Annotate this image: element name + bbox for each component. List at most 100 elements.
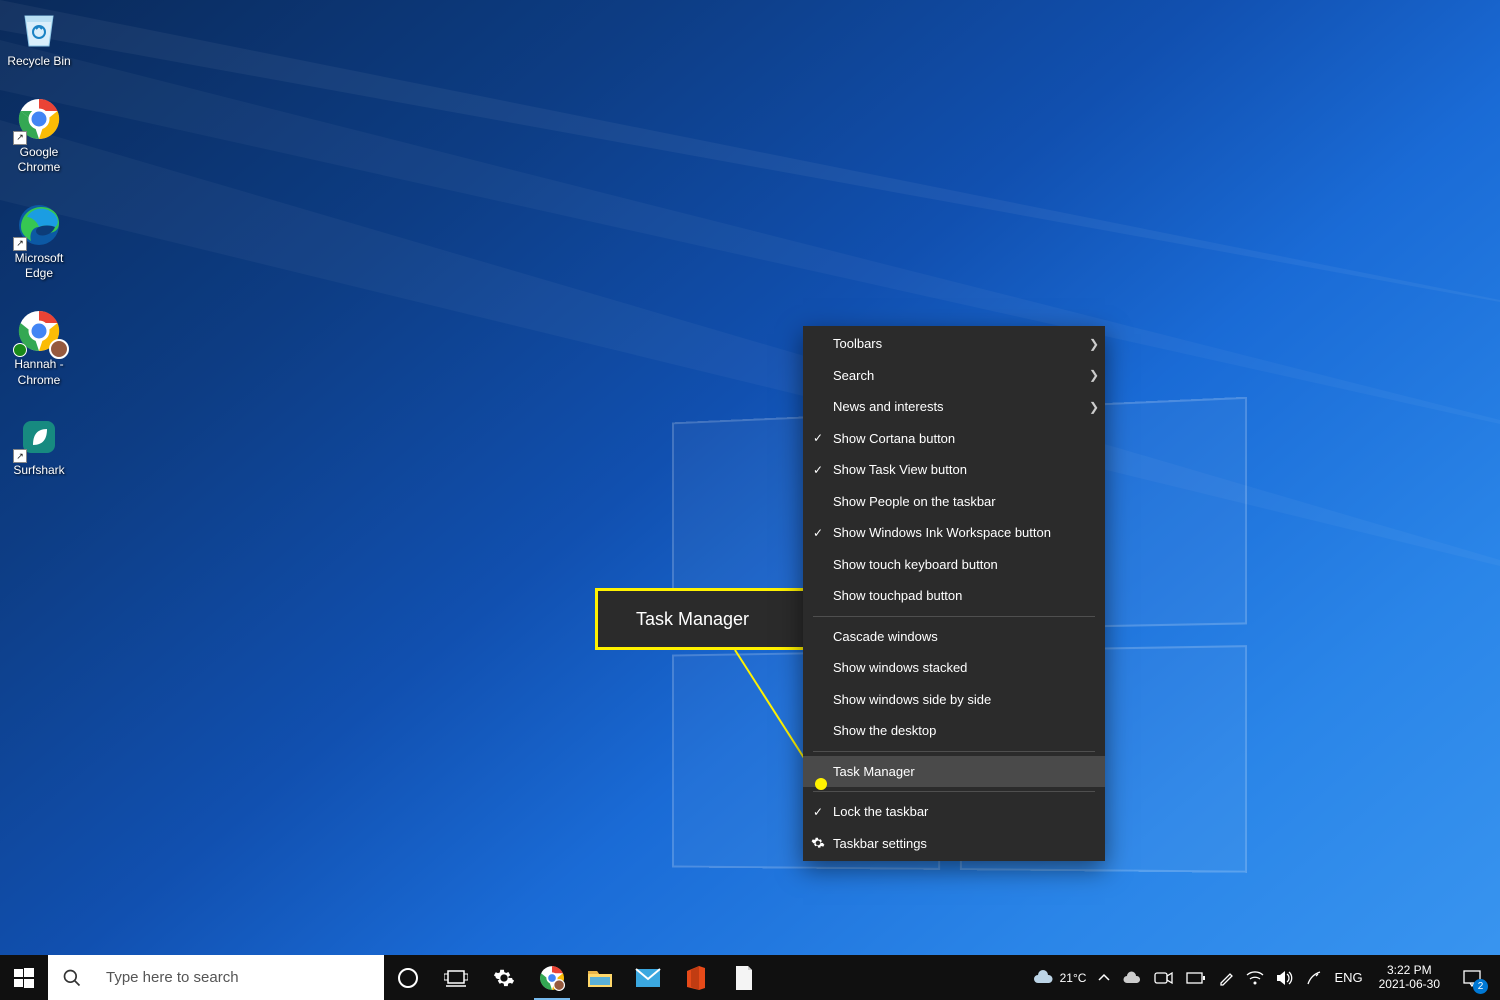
tray-onedrive[interactable] (1116, 955, 1148, 1000)
chevron-up-icon (1098, 972, 1110, 984)
desktop-icons: Recycle Bin ↗ Google Chrome (2, 4, 76, 479)
tray-network[interactable] (1240, 955, 1270, 1000)
chrome-icon: ↗ (15, 95, 63, 143)
folder-icon (587, 967, 613, 989)
windows-icon (14, 968, 34, 988)
chrome-profile-icon (539, 965, 565, 991)
onedrive-icon (1122, 971, 1142, 985)
tray-volume[interactable] (1270, 955, 1300, 1000)
mail-icon (635, 968, 661, 988)
chrome-profile-icon (15, 307, 63, 355)
menu-item-show-ink[interactable]: Show Windows Ink Workspace button (803, 517, 1105, 549)
menu-item-news-interests[interactable]: News and interests❯ (803, 391, 1105, 423)
menu-item-show-people[interactable]: Show People on the taskbar (803, 486, 1105, 518)
menu-item-show-touchpad[interactable]: Show touchpad button (803, 580, 1105, 612)
tray-pen[interactable] (1300, 955, 1328, 1000)
menu-item-show-cortana[interactable]: Show Cortana button (803, 423, 1105, 455)
callout-label: Task Manager (636, 609, 749, 630)
profile-badge-icon (49, 339, 69, 359)
desktop-icon-label: Microsoft Edge (2, 251, 76, 282)
office-icon (685, 965, 707, 991)
desktop-icon-surfshark[interactable]: ↗ Surfshark (2, 413, 76, 479)
weather-widget[interactable]: 21°C (1026, 955, 1093, 1000)
tray-meet-now[interactable] (1148, 955, 1180, 1000)
menu-item-side-by-side[interactable]: Show windows side by side (803, 684, 1105, 716)
desktop-icon-label: Hannah - Chrome (2, 357, 76, 388)
document-icon (734, 965, 754, 991)
task-view-icon (444, 968, 468, 988)
desktop-icon-recycle-bin[interactable]: Recycle Bin (2, 4, 76, 70)
desktop-icon-label: Recycle Bin (7, 54, 70, 70)
desktop-wallpaper (0, 0, 1500, 1000)
taskbar-mail[interactable] (624, 955, 672, 1000)
recycle-bin-icon (15, 4, 63, 52)
shortcut-arrow-icon: ↗ (13, 449, 27, 463)
menu-item-task-manager[interactable]: Task Manager (803, 756, 1105, 788)
volume-icon (1276, 970, 1294, 986)
taskbar-cortana[interactable] (384, 955, 432, 1000)
menu-item-stacked[interactable]: Show windows stacked (803, 652, 1105, 684)
check-icon (803, 805, 833, 819)
clock-date: 2021-06-30 (1379, 978, 1440, 992)
search-icon (48, 968, 96, 988)
meet-now-icon (1154, 971, 1174, 985)
desktop-icon-microsoft-edge[interactable]: ↗ Microsoft Edge (2, 201, 76, 282)
chevron-right-icon: ❯ (1083, 337, 1105, 351)
menu-item-lock-taskbar[interactable]: Lock the taskbar (803, 796, 1105, 828)
menu-item-search[interactable]: Search❯ (803, 360, 1105, 392)
tray-language[interactable]: ENG (1328, 955, 1368, 1000)
taskbar-task-view[interactable] (432, 955, 480, 1000)
callout-pointer-dot (815, 778, 827, 790)
chevron-right-icon: ❯ (1083, 400, 1105, 414)
shortcut-arrow-icon: ↗ (13, 131, 27, 145)
check-icon (803, 431, 833, 445)
show-desktop-sliver[interactable] (1494, 955, 1500, 1000)
callout-task-manager: Task Manager (595, 588, 832, 650)
clock-time: 3:22 PM (1387, 964, 1432, 978)
taskbar-office[interactable] (672, 955, 720, 1000)
check-icon (803, 526, 833, 540)
desktop-icon-hannah-chrome[interactable]: Hannah - Chrome (2, 307, 76, 388)
taskbar-settings[interactable] (480, 955, 528, 1000)
surfshark-icon: ↗ (15, 413, 63, 461)
desktop-icon-google-chrome[interactable]: ↗ Google Chrome (2, 95, 76, 176)
desktop-icon-label: Surfshark (13, 463, 64, 479)
taskbar-document[interactable] (720, 955, 768, 1000)
check-icon (803, 463, 833, 477)
tray-chevron-up[interactable] (1092, 955, 1116, 1000)
taskbar-chrome-profile[interactable] (528, 955, 576, 1000)
taskbar-context-menu: Toolbars❯ Search❯ News and interests❯ Sh… (803, 326, 1105, 861)
menu-item-show-desktop[interactable]: Show the desktop (803, 715, 1105, 747)
menu-item-show-touch-keyboard[interactable]: Show touch keyboard button (803, 549, 1105, 581)
menu-item-taskbar-settings[interactable]: Taskbar settings (803, 828, 1105, 860)
cortana-icon (397, 967, 419, 989)
pen-icon (1306, 970, 1322, 986)
menu-item-show-task-view[interactable]: Show Task View button (803, 454, 1105, 486)
gear-icon (803, 836, 833, 850)
shortcut-arrow-icon: ↗ (13, 237, 27, 251)
system-tray: 21°C ENG 3:22 PM 2021-06-3 (1026, 955, 1500, 1000)
taskbar-search[interactable]: Type here to search (48, 955, 384, 1000)
cloud-icon (1032, 969, 1054, 987)
wifi-icon (1246, 971, 1264, 985)
search-placeholder: Type here to search (106, 969, 384, 986)
tray-battery[interactable] (1180, 955, 1212, 1000)
tray-clock[interactable]: 3:22 PM 2021-06-30 (1369, 955, 1450, 1000)
desktop-icon-label: Google Chrome (2, 145, 76, 176)
battery-icon (1186, 972, 1206, 984)
notification-count: 2 (1473, 979, 1488, 994)
menu-item-toolbars[interactable]: Toolbars❯ (803, 328, 1105, 360)
ink-icon (1218, 970, 1234, 986)
taskbar-file-explorer[interactable] (576, 955, 624, 1000)
gear-icon (493, 967, 515, 989)
edge-icon: ↗ (15, 201, 63, 249)
sync-badge-icon (13, 343, 27, 357)
menu-item-cascade[interactable]: Cascade windows (803, 621, 1105, 653)
taskbar: Type here to search (0, 955, 1500, 1000)
tray-ink[interactable] (1212, 955, 1240, 1000)
chevron-right-icon: ❯ (1083, 368, 1105, 382)
menu-separator (813, 791, 1095, 792)
tray-notifications[interactable]: 2 (1450, 955, 1494, 1000)
start-button[interactable] (0, 955, 48, 1000)
menu-separator (813, 616, 1095, 617)
